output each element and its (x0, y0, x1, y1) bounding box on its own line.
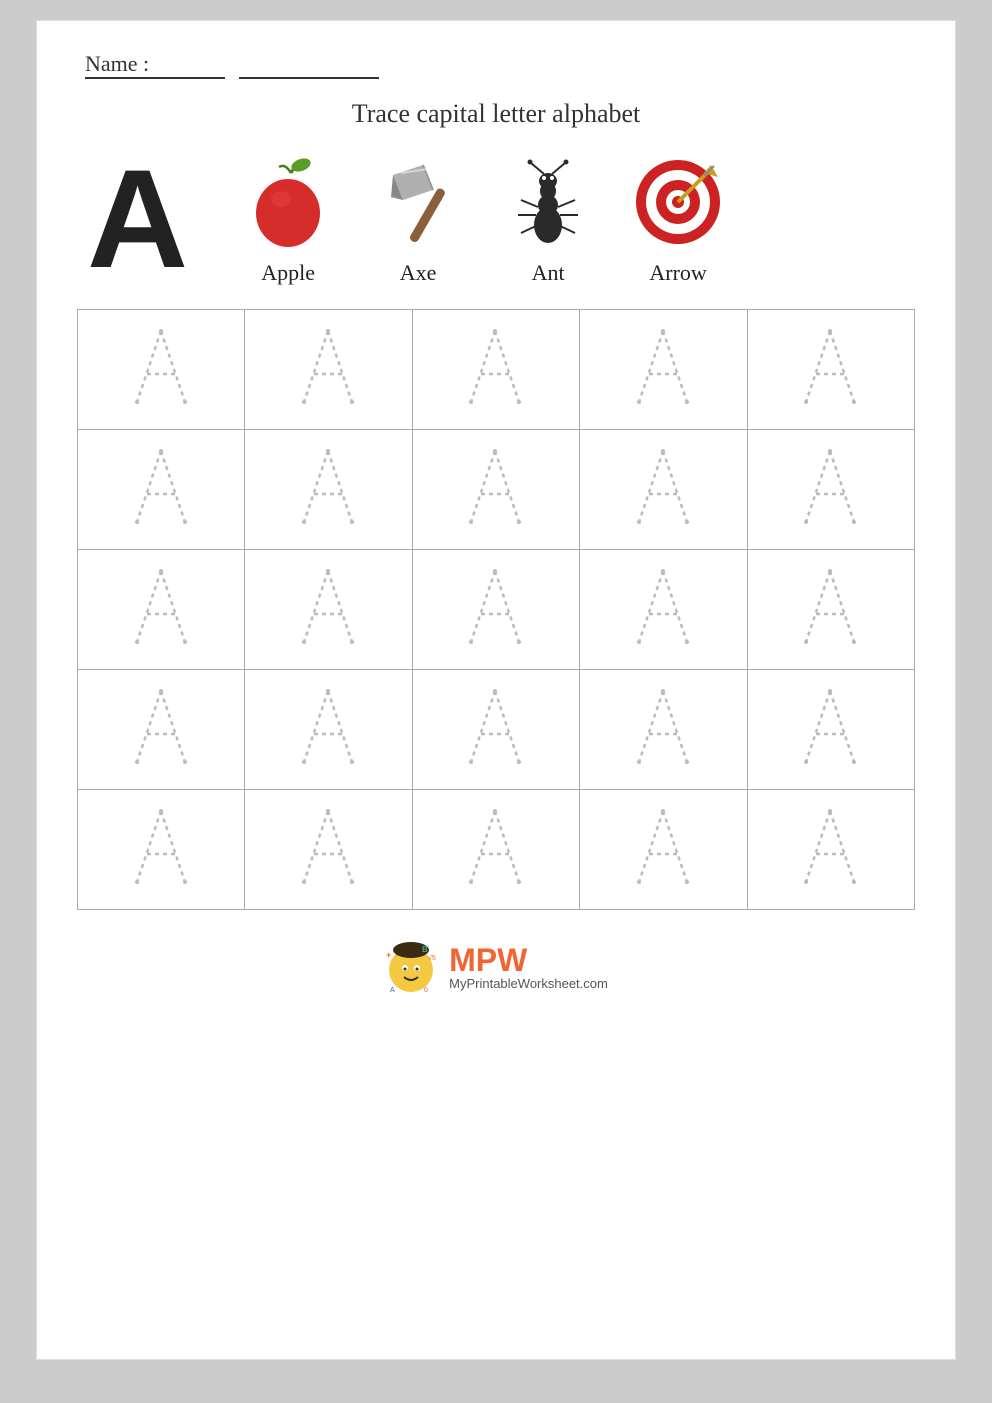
word-item-apple: Apple (238, 152, 338, 286)
svg-text:B: B (422, 945, 428, 954)
page-title: Trace capital letter alphabet (77, 99, 915, 129)
trace-cell (245, 550, 412, 670)
dotted-letter-A (129, 446, 194, 528)
trace-cell (78, 790, 245, 910)
dotted-letter-A (631, 686, 696, 768)
axe-label: Axe (400, 260, 437, 286)
dotted-letter-A (798, 806, 863, 888)
dotted-letter-A (129, 326, 194, 408)
word-item-arrow: Arrow (628, 152, 728, 286)
trace-cell (245, 790, 412, 910)
trace-cell (580, 670, 747, 790)
footer-brand: MPW MyPrintableWorksheet.com (449, 944, 608, 991)
dotted-letter-A (296, 806, 361, 888)
word-item-axe: Axe (368, 152, 468, 286)
svg-text:A: A (390, 987, 395, 994)
dotted-letter-A (129, 686, 194, 768)
trace-cell (412, 670, 579, 790)
dotted-letter-A (798, 446, 863, 528)
trace-cell (78, 310, 245, 430)
trace-cell (580, 550, 747, 670)
dotted-letter-A (129, 566, 194, 648)
name-underline (239, 51, 379, 79)
trace-cell (747, 310, 914, 430)
trace-cell (78, 670, 245, 790)
word-item-ant: Ant (498, 152, 598, 286)
trace-cell (747, 430, 914, 550)
dotted-letter-A (798, 326, 863, 408)
dotted-letter-A (129, 806, 194, 888)
letter-section: A Apple (77, 149, 915, 289)
trace-cell (580, 430, 747, 550)
ant-label: Ant (532, 260, 565, 286)
name-field: Name : (77, 51, 915, 79)
trace-cell (245, 670, 412, 790)
trace-cell (78, 430, 245, 550)
arrow-label: Arrow (649, 260, 706, 286)
arrow-icon (628, 152, 728, 252)
trace-cell (580, 790, 747, 910)
dotted-letter-A (296, 446, 361, 528)
dotted-letter-A (296, 326, 361, 408)
word-items: Apple Axe (238, 152, 728, 286)
trace-cell (412, 550, 579, 670)
trace-cell (245, 310, 412, 430)
trace-cell (412, 790, 579, 910)
svg-text:√5: √5 (428, 954, 436, 962)
footer-url: MyPrintableWorksheet.com (449, 976, 608, 991)
dotted-letter-A (798, 686, 863, 768)
trace-cell (412, 310, 579, 430)
dotted-letter-A (463, 686, 528, 768)
worksheet-page: Name : Trace capital letter alphabet A (36, 20, 956, 1360)
dotted-letter-A (631, 806, 696, 888)
dotted-letter-A (631, 446, 696, 528)
dotted-letter-A (463, 566, 528, 648)
footer: + B √5 A 0 MPW MyPrintableWorksheet.com (77, 940, 915, 995)
dotted-letter-A (463, 446, 528, 528)
trace-cell (747, 670, 914, 790)
svg-text:+: + (386, 950, 391, 960)
dotted-letter-A (798, 566, 863, 648)
apple-icon (238, 152, 338, 252)
dotted-letter-A (631, 566, 696, 648)
dotted-letter-A (631, 326, 696, 408)
name-label: Name : (85, 51, 225, 79)
trace-cell (78, 550, 245, 670)
dotted-letter-A (463, 806, 528, 888)
trace-cell (412, 430, 579, 550)
dotted-letter-A (296, 686, 361, 768)
big-letter-A: A (87, 149, 188, 289)
mpw-logo-icon: + B √5 A 0 (384, 940, 439, 995)
axe-icon (368, 152, 468, 252)
mpw-text: MPW (449, 944, 527, 976)
trace-cell (245, 430, 412, 550)
trace-cell (580, 310, 747, 430)
dotted-letter-A (296, 566, 361, 648)
dotted-letter-A (463, 326, 528, 408)
svg-text:0: 0 (424, 987, 428, 994)
trace-grid (77, 309, 915, 910)
ant-icon (498, 152, 598, 252)
trace-cell (747, 790, 914, 910)
apple-label: Apple (261, 260, 315, 286)
trace-cell (747, 550, 914, 670)
